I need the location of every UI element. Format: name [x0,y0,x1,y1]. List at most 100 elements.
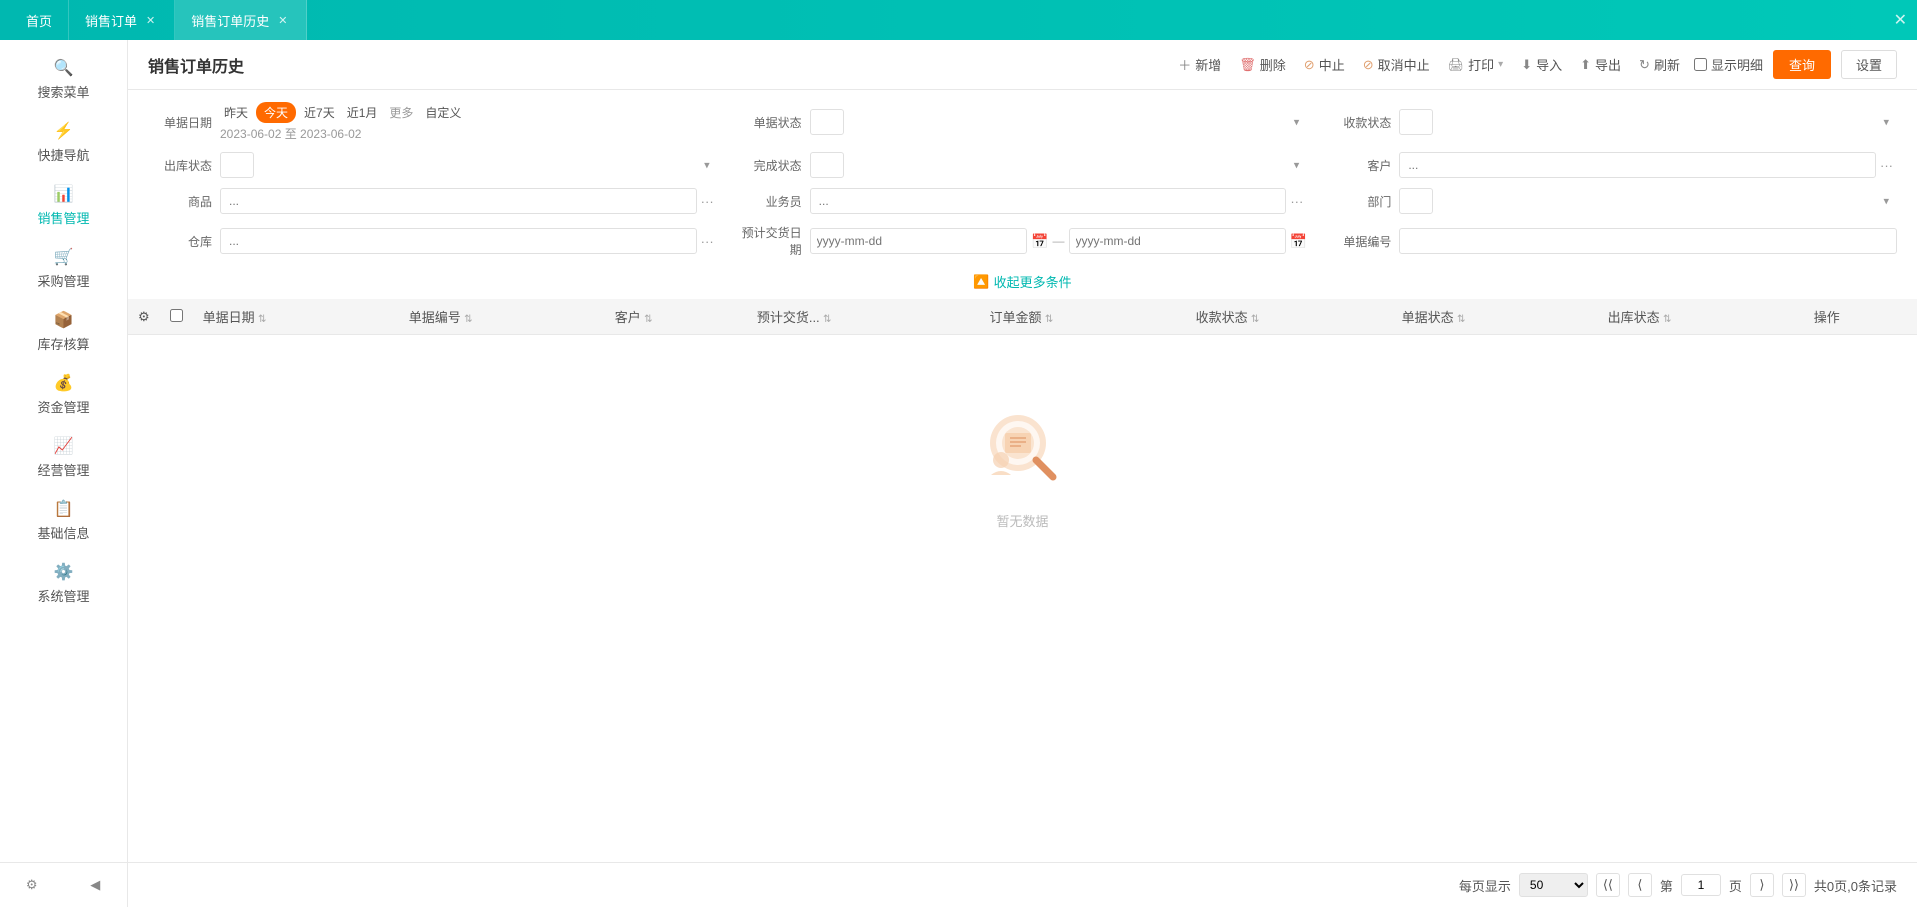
table-settings-icon[interactable]: ⚙ [138,309,150,324]
warehouse-input[interactable] [220,228,697,254]
display-detail-checkbox[interactable]: 显示明细 [1694,55,1763,74]
date-option-today[interactable]: 今天 [256,102,296,123]
filter-salesperson-cell: 业务员 ··· [738,188,1308,214]
print-label: 打印 [1468,55,1494,74]
cancel-stop-label: 取消中止 [1378,55,1430,74]
prev-page-button[interactable]: ⟨ [1628,873,1652,897]
sales-mgmt-icon: 📊 [54,184,74,204]
table-header-payment[interactable]: 收款状态 ⇅ [1186,299,1392,335]
complete-status-select[interactable] [810,152,844,178]
sort-amount-icon: ⇅ [1045,314,1053,325]
collapse-more-label: 收起更多条件 [994,272,1072,291]
toolbar: ＋ 新增 🗑 删除 ⊘ 中止 ⊘ 取消中止 🖨 打印 [1174,50,1897,79]
payment-status-select[interactable] [1399,109,1433,135]
out-status-select[interactable] [220,152,254,178]
next-page-button[interactable]: ⟩ [1750,873,1774,897]
window-close-icon[interactable]: ✕ [1894,10,1907,30]
refresh-label: 刷新 [1654,55,1680,74]
tab-sales-order[interactable]: 销售订单 ✕ [69,0,175,40]
sidebar-item-operations[interactable]: 📈 经营管理 [0,426,127,489]
date-option-more[interactable]: 更多 [385,102,417,123]
date-option-1month[interactable]: 近1月 [343,102,382,123]
sidebar-item-quick-nav[interactable]: ⚡ 快捷导航 [0,111,127,174]
query-button[interactable]: 查询 [1773,50,1831,79]
sidebar-item-purchase-mgmt[interactable]: 🛒 采购管理 [0,237,127,300]
salesperson-input[interactable] [810,188,1287,214]
empty-state-icon [963,395,1083,495]
stop-button[interactable]: ⊘ 中止 [1300,53,1349,76]
customer-input[interactable] [1399,152,1876,178]
warehouse-dots-btn[interactable]: ··· [697,234,718,249]
table-select-all-checkbox[interactable] [170,309,183,322]
display-detail-input[interactable] [1694,58,1707,71]
table-header-settings[interactable]: ⚙ [128,299,160,335]
payment-status-label: 收款状态 [1327,114,1399,131]
import-button[interactable]: ⬇ 导入 [1517,53,1566,76]
sidebar-settings-btn[interactable]: ⚙ [0,871,64,899]
export-button[interactable]: ⬆ 导出 [1576,53,1625,76]
goods-input[interactable] [220,188,697,214]
table-header-out[interactable]: 出库状态 ⇅ [1598,299,1804,335]
setting-button[interactable]: 设置 [1841,50,1897,79]
table-header-status[interactable]: 单据状态 ⇅ [1392,299,1598,335]
table-scroll: ⚙ 单据日期 ⇅ 单据编号 ⇅ [128,299,1917,862]
order-status-select[interactable] [810,109,844,135]
collapse-more-btn[interactable]: 🔼 收起更多条件 [148,268,1897,295]
sidebar-item-purchase-mgmt-label: 采购管理 [37,271,89,290]
sidebar-item-search-menu[interactable]: 🔍 搜索菜单 [0,48,127,111]
table-area: ⚙ 单据日期 ⇅ 单据编号 ⇅ [128,299,1917,907]
sort-customer-icon: ⇅ [644,314,652,325]
tab-sales-history-label: 销售订单历史 [191,11,269,30]
table-header-amount[interactable]: 订单金额 ⇅ [980,299,1186,335]
delivery-to-calendar-icon[interactable]: 📅 [1290,233,1307,250]
first-page-button[interactable]: ⟨ ⟨ [1596,873,1620,897]
delivery-from-input[interactable] [810,228,1027,254]
last-page-button[interactable]: ⟩ ⟩ [1782,873,1806,897]
sidebar-item-finance[interactable]: 💰 资金管理 [0,363,127,426]
date-option-yesterday[interactable]: 昨天 [220,102,252,123]
tab-sales-history-close[interactable]: ✕ [275,13,290,28]
sidebar-item-search-menu-label: 搜索菜单 [37,82,89,101]
table-header-checkbox[interactable] [160,299,193,335]
stop-label: 中止 [1319,55,1345,74]
print-button[interactable]: 🖨 打印 ▾ [1444,53,1508,76]
tab-sales-order-close[interactable]: ✕ [143,13,158,28]
per-page-select[interactable]: 50 10 20 100 [1519,873,1588,897]
filter-order-no-cell: 单据编号 [1327,224,1897,258]
sidebar-collapse-btn[interactable]: ◀ [64,871,128,899]
filter-row-3: 商品 ··· 业务员 ··· 部门 [148,188,1897,214]
sidebar-item-operations-label: 经营管理 [37,460,89,479]
delivery-date-group: 📅 — 📅 [810,228,1308,254]
sidebar-item-sales-mgmt[interactable]: 📊 销售管理 [0,174,127,237]
stop-icon: ⊘ [1304,57,1315,73]
cancel-stop-button[interactable]: ⊘ 取消中止 [1359,53,1434,76]
goods-dots-btn[interactable]: ··· [697,194,718,209]
delivery-from-calendar-icon[interactable]: 📅 [1031,233,1048,250]
sidebar-item-sys-mgmt[interactable]: ⚙️ 系统管理 [0,552,127,615]
tab-home[interactable]: 首页 [10,0,69,40]
sidebar-item-inventory[interactable]: 📦 库存核算 [0,300,127,363]
delivery-to-input[interactable] [1069,228,1286,254]
table-header-delivery[interactable]: 预计交货... ⇅ [747,299,980,335]
page-input[interactable] [1681,874,1721,896]
new-button[interactable]: ＋ 新增 [1174,53,1225,76]
export-label: 导出 [1595,55,1621,74]
table-header-customer[interactable]: 客户 ⇅ [605,299,747,335]
tab-sales-history[interactable]: 销售订单历史 ✕ [175,0,307,40]
refresh-button[interactable]: ↻ 刷新 [1635,53,1684,76]
order-no-input[interactable] [1399,228,1897,254]
salesperson-dots-btn[interactable]: ··· [1286,194,1307,209]
sidebar-item-inventory-label: 库存核算 [37,334,89,353]
basic-info-icon: 📋 [54,499,74,519]
dept-select[interactable] [1399,188,1433,214]
date-option-custom[interactable]: 自定义 [421,102,465,123]
table-header-no[interactable]: 单据编号 ⇅ [399,299,605,335]
customer-dots-btn[interactable]: ··· [1876,158,1897,173]
sidebar-item-basic-info[interactable]: 📋 基础信息 [0,489,127,552]
date-option-7days[interactable]: 近7天 [300,102,339,123]
table-header-date[interactable]: 单据日期 ⇅ [193,299,399,335]
filter-row-1: 单据日期 昨天 今天 近7天 近1月 更多 自定义 2023-06-02 至 2… [148,102,1897,142]
sort-date-icon: ⇅ [258,314,266,325]
out-status-label: 出库状态 [148,157,220,174]
delete-button[interactable]: 🗑 删除 [1235,53,1290,76]
